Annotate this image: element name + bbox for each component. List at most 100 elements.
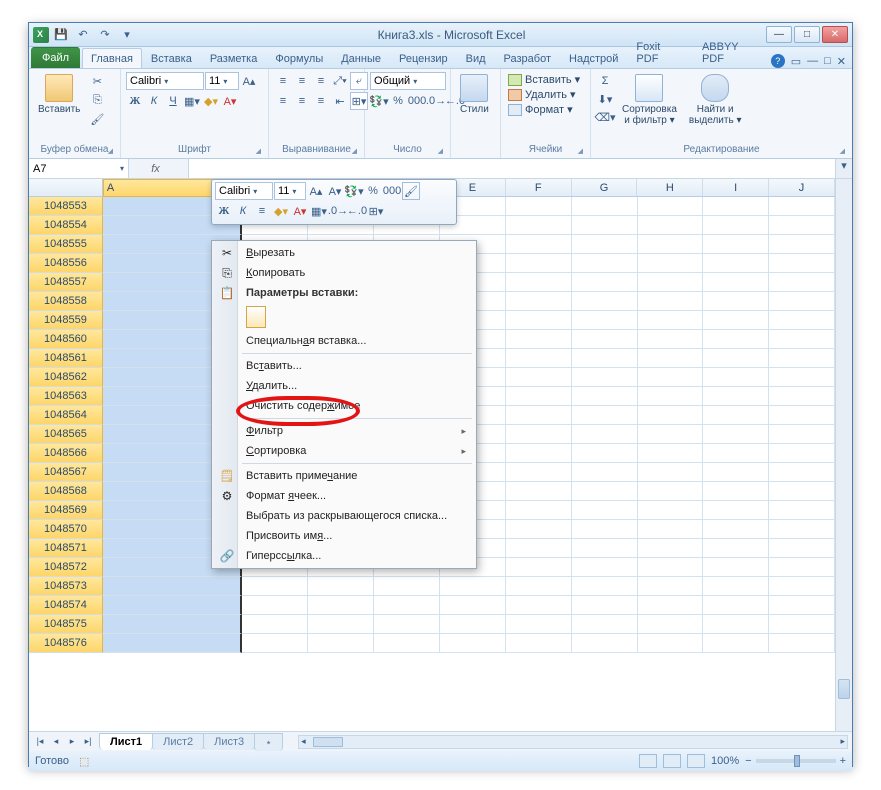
- cell[interactable]: [572, 368, 638, 387]
- tab-layout[interactable]: Разметка: [201, 48, 267, 68]
- ctx-cut[interactable]: ✂Вырезать: [214, 243, 474, 263]
- cell[interactable]: [638, 368, 704, 387]
- tab-file[interactable]: Файл: [31, 47, 80, 68]
- cell[interactable]: [769, 558, 835, 577]
- mini-grow-font[interactable]: A▴: [307, 182, 325, 200]
- cell[interactable]: [506, 501, 572, 520]
- doc-restore[interactable]: □: [824, 55, 831, 67]
- cell[interactable]: [769, 520, 835, 539]
- row-header[interactable]: 1048576: [29, 634, 103, 653]
- format-painter-icon[interactable]: 🖌: [88, 110, 106, 128]
- macro-record-icon[interactable]: ⬚: [79, 755, 89, 768]
- fill-button[interactable]: ⬇▾: [596, 90, 614, 108]
- row-header[interactable]: 1048570: [29, 520, 103, 539]
- grow-font-icon[interactable]: A▴: [240, 72, 258, 90]
- orientation-icon[interactable]: ⤢▾: [331, 72, 349, 90]
- cell[interactable]: [769, 368, 835, 387]
- ctx-sort[interactable]: Сортировка▸: [214, 441, 474, 461]
- ctx-define-name[interactable]: Присвоить имя...: [214, 526, 474, 546]
- cell[interactable]: [572, 634, 638, 653]
- cell[interactable]: [572, 520, 638, 539]
- cell[interactable]: [638, 330, 704, 349]
- italic-button[interactable]: К: [145, 92, 163, 110]
- cells-insert-button[interactable]: Вставить ▾: [506, 72, 582, 87]
- cell[interactable]: [506, 558, 572, 577]
- doc-minimize[interactable]: —: [807, 55, 818, 67]
- cell[interactable]: [769, 577, 835, 596]
- cell[interactable]: [638, 501, 704, 520]
- view-pagebreak[interactable]: [687, 754, 705, 768]
- underline-button[interactable]: Ч: [164, 92, 182, 110]
- cell[interactable]: [703, 368, 769, 387]
- cell[interactable]: [769, 501, 835, 520]
- formula-expand[interactable]: ▾: [835, 159, 852, 178]
- ctx-clear[interactable]: Очистить содержимое: [214, 396, 474, 416]
- cell[interactable]: [769, 387, 835, 406]
- view-layout[interactable]: [663, 754, 681, 768]
- cell[interactable]: [638, 197, 704, 216]
- cell[interactable]: [638, 463, 704, 482]
- cell[interactable]: [703, 387, 769, 406]
- percent-icon[interactable]: %: [389, 92, 407, 110]
- clear-button[interactable]: ⌫▾: [596, 108, 614, 126]
- align-left-icon[interactable]: ≡: [274, 92, 292, 110]
- cell[interactable]: [703, 520, 769, 539]
- ctx-paste-special[interactable]: Специальная вставка...: [214, 331, 474, 351]
- cell[interactable]: [506, 520, 572, 539]
- cells-delete-button[interactable]: Удалить ▾: [506, 87, 582, 102]
- zoom-slider[interactable]: [756, 759, 836, 763]
- cell[interactable]: [572, 501, 638, 520]
- tab-addins[interactable]: Надстрой: [560, 48, 627, 68]
- cell[interactable]: [103, 615, 243, 634]
- cell[interactable]: [506, 292, 572, 311]
- row-header[interactable]: 1048575: [29, 615, 103, 634]
- ribbon-minimize[interactable]: ▭: [791, 55, 801, 68]
- cell[interactable]: [103, 577, 243, 596]
- cell[interactable]: [638, 425, 704, 444]
- cell[interactable]: [769, 349, 835, 368]
- row-header[interactable]: 1048557: [29, 273, 103, 292]
- cell[interactable]: [242, 615, 308, 634]
- sheet-tab-3[interactable]: Лист3: [203, 733, 255, 750]
- cell[interactable]: [103, 596, 243, 615]
- ctx-filter[interactable]: Фильтр▸: [214, 421, 474, 441]
- zoom-in[interactable]: +: [840, 755, 846, 767]
- cell[interactable]: [506, 235, 572, 254]
- tab-abbyy[interactable]: ABBYY PDF: [693, 36, 771, 68]
- cell[interactable]: [242, 634, 308, 653]
- align-bot-icon[interactable]: ≡: [312, 72, 330, 90]
- ctx-format-cells[interactable]: ⚙Формат ячеек...: [214, 486, 474, 506]
- cell[interactable]: [506, 596, 572, 615]
- cell[interactable]: [572, 349, 638, 368]
- cell[interactable]: [308, 596, 374, 615]
- fill-color-button[interactable]: ◆▾: [202, 92, 220, 110]
- mini-inc-dec[interactable]: .0→: [329, 202, 347, 220]
- cell[interactable]: [506, 482, 572, 501]
- row-header[interactable]: 1048563: [29, 387, 103, 406]
- qat-dropdown[interactable]: ▾: [117, 25, 137, 45]
- cell[interactable]: [638, 216, 704, 235]
- row-header[interactable]: 1048573: [29, 577, 103, 596]
- ctx-delete[interactable]: Удалить...: [214, 376, 474, 396]
- cell[interactable]: [769, 235, 835, 254]
- cell[interactable]: [769, 254, 835, 273]
- cell[interactable]: [572, 463, 638, 482]
- cell[interactable]: [769, 216, 835, 235]
- mini-bold[interactable]: Ж: [215, 202, 233, 220]
- cell[interactable]: [374, 577, 440, 596]
- cell[interactable]: [103, 634, 243, 653]
- sort-filter-button[interactable]: Сортировка и фильтр ▾: [618, 72, 681, 128]
- cell[interactable]: [769, 634, 835, 653]
- cell[interactable]: [769, 330, 835, 349]
- cell[interactable]: [506, 615, 572, 634]
- column-header-J[interactable]: J: [769, 179, 835, 196]
- cell[interactable]: [572, 539, 638, 558]
- tab-next[interactable]: ▸: [65, 736, 79, 747]
- ctx-copy[interactable]: ⎘Копировать: [214, 263, 474, 283]
- row-header[interactable]: 1048559: [29, 311, 103, 330]
- cell[interactable]: [703, 539, 769, 558]
- cell[interactable]: [769, 273, 835, 292]
- tab-view[interactable]: Вид: [457, 48, 495, 68]
- mini-shrink-font[interactable]: A▾: [326, 182, 344, 200]
- font-name-select[interactable]: Calibri▾: [126, 72, 204, 90]
